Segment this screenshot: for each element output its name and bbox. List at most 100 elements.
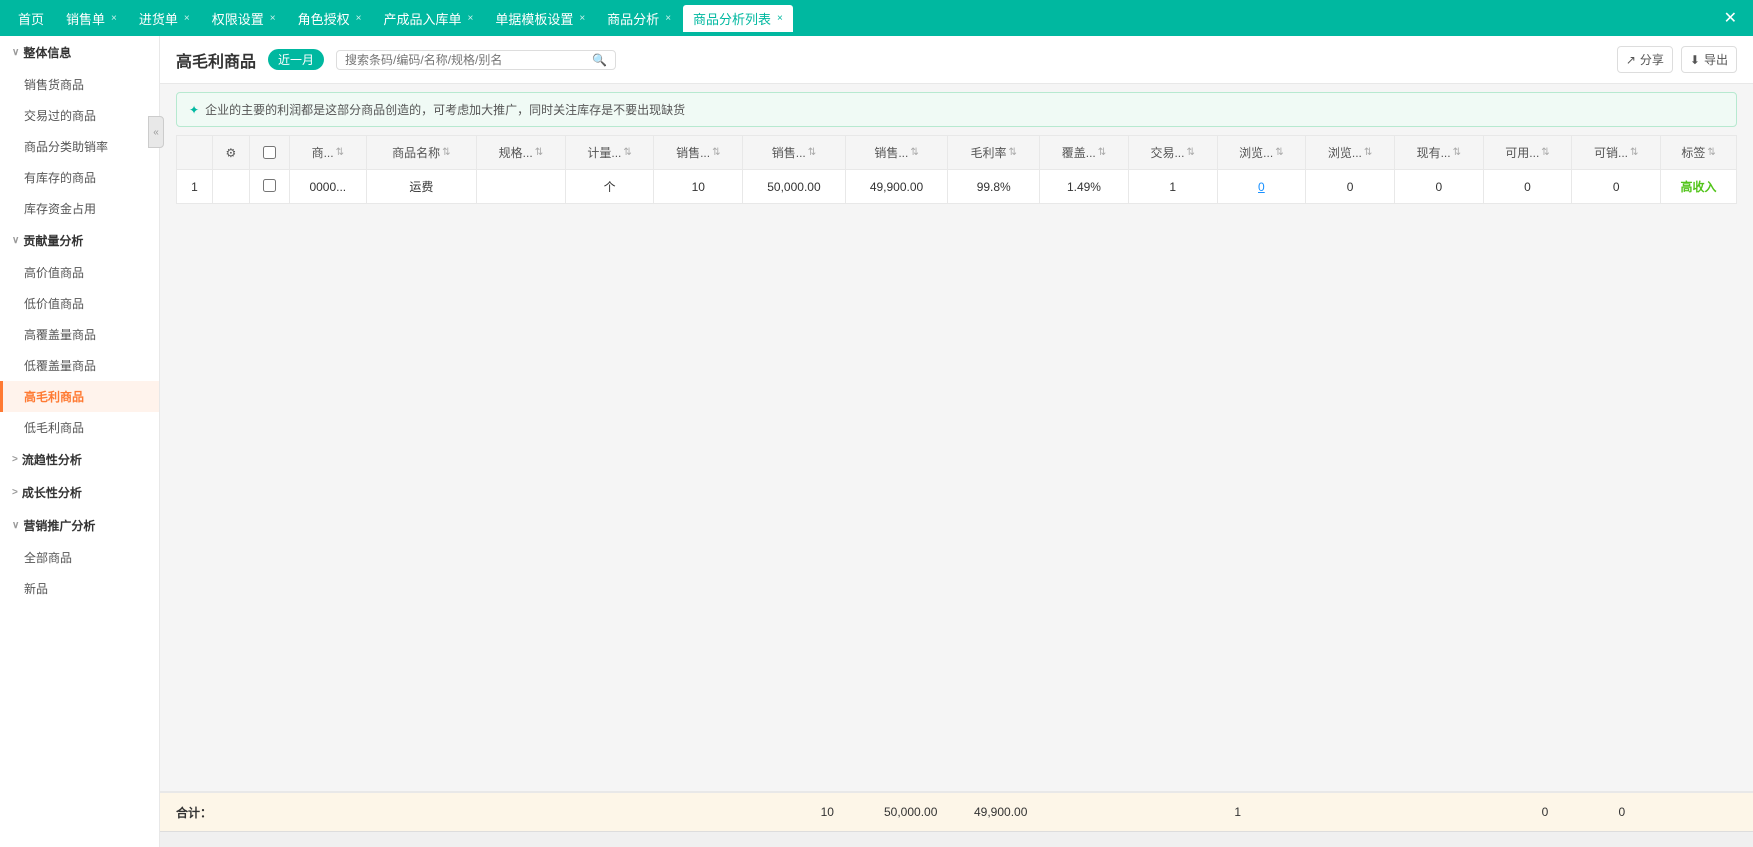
sort-icon-coverage[interactable]: ⇅: [1098, 147, 1106, 158]
sort-icon-tag[interactable]: ⇅: [1707, 147, 1715, 158]
nav-item-2[interactable]: 进货单×: [129, 5, 200, 32]
sort-icon-sales_cost[interactable]: ⇅: [910, 147, 918, 158]
sidebar-group-2[interactable]: >流趋性分析: [0, 443, 159, 476]
sidebar-item-0-3[interactable]: 有库存的商品: [0, 162, 159, 193]
share-button[interactable]: ↗ 分享: [1617, 46, 1673, 73]
sort-icon-unit[interactable]: ⇅: [623, 147, 631, 158]
col-header-gross_margin[interactable]: 毛利率⇅: [948, 136, 1040, 170]
col-header-saleable[interactable]: 可销...⇅: [1572, 136, 1661, 170]
row-checkbox-0[interactable]: [263, 179, 276, 192]
sidebar-group-3[interactable]: >成长性分析: [0, 476, 159, 509]
col-header-browse2[interactable]: 浏览...⇅: [1306, 136, 1395, 170]
sidebar-item-1-2[interactable]: 高覆盖量商品: [0, 319, 159, 350]
cell-saleable-0: 0: [1572, 170, 1661, 204]
nav-close-icon-8[interactable]: ×: [777, 13, 783, 24]
nav-close-icon-1[interactable]: ×: [111, 13, 117, 24]
nav-item-5[interactable]: 产成品入库单×: [373, 5, 483, 32]
sidebar-group-4[interactable]: ∨营销推广分析: [0, 509, 159, 542]
col-label-trade: 交易...: [1150, 144, 1184, 161]
col-header-current_stock[interactable]: 现有...⇅: [1394, 136, 1483, 170]
col-header-code[interactable]: 商...⇅: [289, 136, 366, 170]
content-area: 高毛利商品 近一月 🔍 ↗ 分享 ⬇ 导出 ✦ 企业的主要的利润都是这部分商品创…: [160, 36, 1753, 847]
footer-cell-0: [256, 805, 333, 819]
sort-icon-gross_margin[interactable]: ⇅: [1009, 147, 1017, 158]
footer-cell-8: 49,900.00: [956, 805, 1046, 819]
nav-close-icon-2[interactable]: ×: [184, 13, 190, 24]
sidebar-group-0[interactable]: ∨整体信息: [0, 36, 159, 69]
sidebar-item-1-5[interactable]: 低毛利商品: [0, 412, 159, 443]
close-window-btn[interactable]: ✕: [1714, 8, 1745, 28]
col-header-coverage[interactable]: 覆盖...⇅: [1040, 136, 1129, 170]
nav-close-icon-3[interactable]: ×: [270, 13, 276, 24]
nav-item-3[interactable]: 权限设置×: [202, 5, 286, 32]
nav-close-icon-4[interactable]: ×: [356, 13, 362, 24]
sort-icon-browse2[interactable]: ⇅: [1364, 147, 1372, 158]
sort-icon-code[interactable]: ⇅: [336, 147, 344, 158]
sidebar-item-0-0[interactable]: 销售货商品: [0, 69, 159, 100]
search-input[interactable]: [345, 53, 588, 67]
export-button[interactable]: ⬇ 导出: [1681, 46, 1737, 73]
date-filter-button[interactable]: 近一月: [268, 49, 324, 70]
col-header-sales_cost[interactable]: 销售...⇅: [845, 136, 948, 170]
nav-item-4[interactable]: 角色授权×: [288, 5, 372, 32]
search-icon[interactable]: 🔍: [592, 53, 607, 67]
horizontal-scrollbar[interactable]: [160, 831, 1753, 847]
col-label-browse2: 浏览...: [1328, 144, 1362, 161]
nav-item-8[interactable]: 商品分析列表×: [683, 5, 793, 32]
info-banner: ✦ 企业的主要的利润都是这部分商品创造的，可考虑加大推广，同时关注库存是不要出现…: [176, 92, 1737, 127]
cell-name-0: 运费: [366, 170, 476, 204]
footer-cell-2: [410, 805, 487, 819]
nav-close-icon-5[interactable]: ×: [467, 13, 473, 24]
sidebar-item-0-2[interactable]: 商品分类助销率: [0, 131, 159, 162]
col-header-browse1[interactable]: 浏览...⇅: [1217, 136, 1306, 170]
col-label-current_stock: 现有...: [1417, 144, 1451, 161]
cell-checkbox-0[interactable]: [249, 170, 289, 204]
nav-item-7[interactable]: 商品分析×: [597, 5, 681, 32]
cell-settings-0: [213, 170, 250, 204]
settings-icon[interactable]: ⚙: [225, 146, 236, 160]
sidebar-item-1-0[interactable]: 高价值商品: [0, 257, 159, 288]
col-label-tag: 标签: [1681, 144, 1705, 161]
sidebar-item-0-1[interactable]: 交易过的商品: [0, 100, 159, 131]
col-header-spec[interactable]: 规格...⇅: [477, 136, 566, 170]
sort-icon-sales_qty[interactable]: ⇅: [712, 147, 720, 158]
col-header-sales_qty[interactable]: 销售...⇅: [654, 136, 743, 170]
sidebar-group-label-3: 成长性分析: [22, 484, 82, 501]
table-container[interactable]: ⚙商...⇅商品名称⇅规格...⇅计量...⇅销售...⇅销售...⇅销售...…: [176, 135, 1737, 791]
sort-icon-trade[interactable]: ⇅: [1186, 147, 1194, 158]
sidebar-collapse-button[interactable]: «: [148, 116, 164, 148]
nav-close-icon-7[interactable]: ×: [665, 13, 671, 24]
sidebar-group-1[interactable]: ∨贡献量分析: [0, 224, 159, 257]
cell-browse1-0[interactable]: 0: [1217, 170, 1306, 204]
select-all-checkbox[interactable]: [263, 146, 276, 159]
browse-link-0[interactable]: 0: [1258, 180, 1265, 194]
nav-close-icon-6[interactable]: ×: [579, 13, 585, 24]
sort-icon-browse1[interactable]: ⇅: [1275, 147, 1283, 158]
sort-icon-spec[interactable]: ⇅: [535, 147, 543, 158]
nav-item-0[interactable]: 首页: [8, 5, 54, 32]
col-header-name[interactable]: 商品名称⇅: [366, 136, 476, 170]
sidebar-item-4-0[interactable]: 全部商品: [0, 542, 159, 573]
footer-cell-5: [712, 805, 789, 819]
sort-icon-available[interactable]: ⇅: [1541, 147, 1549, 158]
sort-icon-saleable[interactable]: ⇅: [1630, 147, 1638, 158]
nav-item-1[interactable]: 销售单×: [56, 5, 127, 32]
sort-icon-sales_amount[interactable]: ⇅: [808, 147, 816, 158]
cell-sales_amount-0: 50,000.00: [743, 170, 846, 204]
col-label-sales_qty: 销售...: [676, 144, 710, 161]
footer-cell-10: [1123, 805, 1200, 819]
nav-item-6[interactable]: 单据模板设置×: [485, 5, 595, 32]
col-header-trade[interactable]: 交易...⇅: [1128, 136, 1217, 170]
data-table: ⚙商...⇅商品名称⇅规格...⇅计量...⇅销售...⇅销售...⇅销售...…: [176, 135, 1737, 204]
col-header-tag[interactable]: 标签⇅: [1661, 136, 1737, 170]
sidebar-item-4-1[interactable]: 新品: [0, 573, 159, 604]
sidebar-item-1-3[interactable]: 低覆盖量商品: [0, 350, 159, 381]
sidebar-item-0-4[interactable]: 库存资金占用: [0, 193, 159, 224]
sidebar-item-1-1[interactable]: 低价值商品: [0, 288, 159, 319]
sort-icon-current_stock[interactable]: ⇅: [1453, 147, 1461, 158]
col-header-available[interactable]: 可用...⇅: [1483, 136, 1572, 170]
col-header-unit[interactable]: 计量...⇅: [565, 136, 654, 170]
sidebar-item-1-4[interactable]: 高毛利商品: [0, 381, 159, 412]
sort-icon-name[interactable]: ⇅: [442, 147, 450, 158]
col-header-sales_amount[interactable]: 销售...⇅: [743, 136, 846, 170]
